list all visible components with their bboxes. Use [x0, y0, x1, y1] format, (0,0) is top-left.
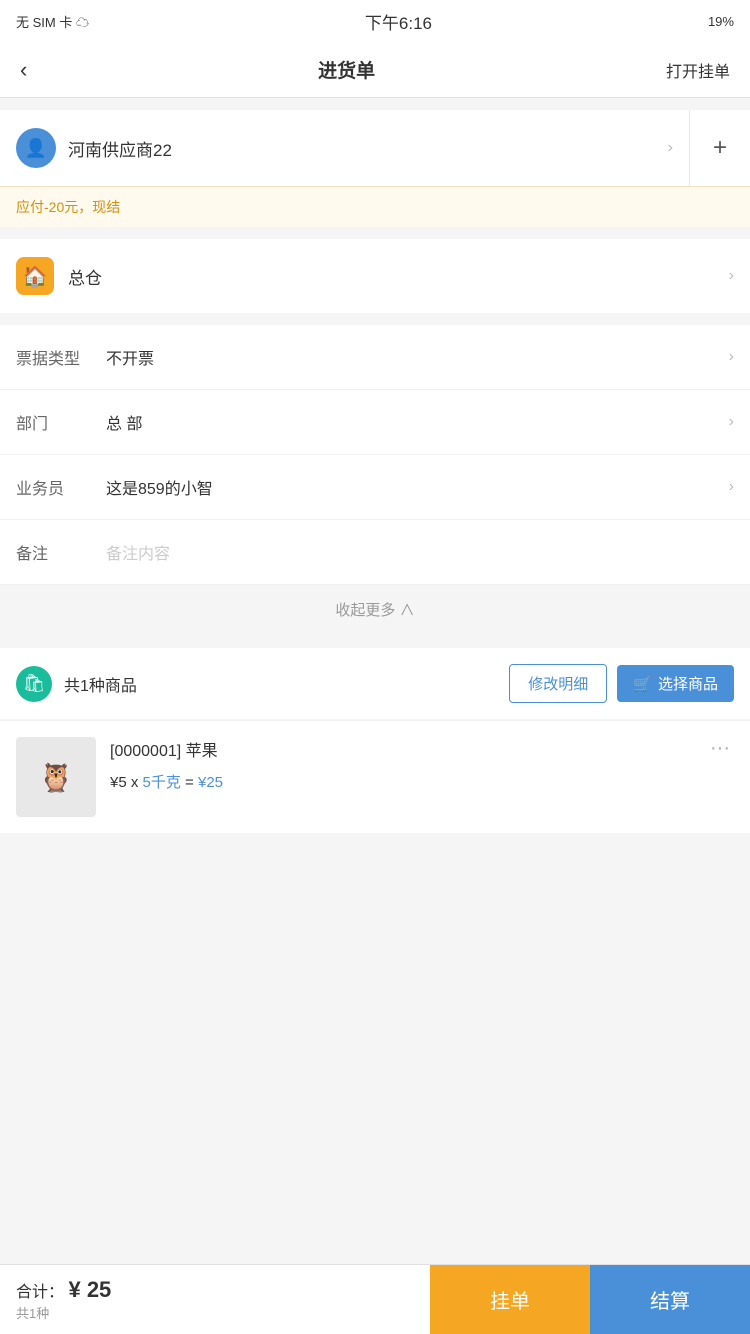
supplier-name: 河南供应商22 — [68, 136, 668, 161]
add-supplier-button[interactable]: + — [690, 110, 750, 186]
product-total: ¥25 — [198, 774, 223, 791]
total-label: 合计： — [16, 1284, 64, 1301]
ticket-type-label: 票据类型 — [16, 345, 106, 369]
supplier-section: 👤 河南供应商22 › + — [0, 110, 750, 186]
nav-bar: ‹ 进货单 打开挂单 — [0, 42, 750, 98]
warehouse-icon: 🏠 — [16, 257, 54, 295]
chevron-right-icon: › — [729, 478, 734, 496]
page-title: 进货单 — [318, 56, 375, 83]
hang-button[interactable]: 挂单 — [430, 1265, 590, 1334]
bottom-bar: 合计： ¥ 25 共1种 挂单 结算 — [0, 1264, 750, 1334]
product-unit-price: ¥5 x — [110, 774, 143, 791]
products-icon: 🛍 — [16, 666, 52, 702]
department-row[interactable]: 部门 总 部 › — [0, 390, 750, 455]
notice-text: 应付-20元，现结 — [16, 199, 120, 215]
collapse-label: 收起更多 ∧ — [335, 599, 414, 620]
chevron-right-icon: › — [729, 267, 734, 285]
select-product-icon: 🛒 — [633, 675, 652, 693]
product-item: 🦉 [0000001] 苹果 ¥5 x 5千克 = ¥25 ··· — [0, 720, 750, 833]
remark-label: 备注 — [16, 540, 106, 564]
remark-input[interactable]: 备注内容 — [106, 540, 734, 564]
gap-4 — [0, 634, 750, 646]
warehouse-selector[interactable]: 🏠 总仓 › — [0, 239, 750, 313]
gap-1 — [0, 98, 750, 110]
collapse-bar[interactable]: 收起更多 ∧ — [0, 585, 750, 634]
total-amount: ¥ 25 — [68, 1277, 111, 1302]
chevron-right-icon: › — [729, 413, 734, 431]
status-bar: 无 SIM 卡 ☁ 下午6:16 19% — [0, 0, 750, 42]
chevron-right-icon: › — [729, 348, 734, 366]
supplier-selector[interactable]: 👤 河南供应商22 › — [0, 110, 690, 186]
department-value: 总 部 — [106, 410, 729, 434]
product-info: [0000001] 苹果 ¥5 x 5千克 = ¥25 — [110, 737, 706, 792]
warehouse-name: 总仓 — [68, 264, 729, 289]
salesman-label: 业务员 — [16, 475, 106, 499]
status-time: 下午6:16 — [365, 9, 432, 34]
supplier-avatar: 👤 — [16, 128, 56, 168]
avatar-icon: 👤 — [25, 138, 47, 159]
ticket-type-value: 不开票 — [106, 345, 729, 369]
salesman-row[interactable]: 业务员 这是859的小智 › — [0, 455, 750, 520]
product-code: [0000001] 苹果 — [110, 743, 218, 760]
select-product-button[interactable]: 🛒 选择商品 — [617, 665, 734, 702]
products-count: 共1种商品 — [64, 672, 509, 696]
department-label: 部门 — [16, 410, 106, 434]
home-icon: 🏠 — [23, 264, 48, 289]
total-sub-label: 共1种 — [16, 1303, 414, 1322]
status-network: 无 SIM 卡 ☁ — [16, 12, 89, 31]
gap-3 — [0, 313, 750, 325]
product-image-placeholder: 🦉 — [39, 761, 74, 794]
product-thumbnail: 🦉 — [16, 737, 96, 817]
chevron-right-icon: › — [668, 139, 673, 157]
salesman-value: 这是859的小智 — [106, 475, 729, 499]
notice-bar: 应付-20元，现结 — [0, 186, 750, 227]
total-row: 合计： ¥ 25 — [16, 1277, 414, 1303]
checkout-button[interactable]: 结算 — [590, 1265, 750, 1334]
cart-icon: 🛍 — [23, 673, 46, 694]
products-header: 🛍 共1种商品 修改明细 🛒 选择商品 — [0, 648, 750, 719]
ticket-type-row[interactable]: 票据类型 不开票 › — [0, 325, 750, 390]
select-product-label: 选择商品 — [658, 673, 718, 694]
product-more-button[interactable]: ··· — [706, 737, 734, 760]
status-battery: 19% — [708, 14, 734, 29]
product-equals: = — [185, 774, 198, 791]
main-content: 👤 河南供应商22 › + 应付-20元，现结 🏠 总仓 › 票据类型 不开票 … — [0, 98, 750, 913]
product-quantity: 5千克 — [143, 774, 181, 791]
open-hang-button[interactable]: 打开挂单 — [666, 58, 730, 82]
product-name: [0000001] 苹果 — [110, 737, 706, 761]
remark-row[interactable]: 备注 备注内容 — [0, 520, 750, 585]
gap-2 — [0, 227, 750, 239]
total-section: 合计： ¥ 25 共1种 — [0, 1277, 430, 1322]
back-button[interactable]: ‹ — [20, 57, 27, 83]
modify-detail-button[interactable]: 修改明细 — [509, 664, 607, 703]
product-price: ¥5 x 5千克 = ¥25 — [110, 771, 706, 792]
